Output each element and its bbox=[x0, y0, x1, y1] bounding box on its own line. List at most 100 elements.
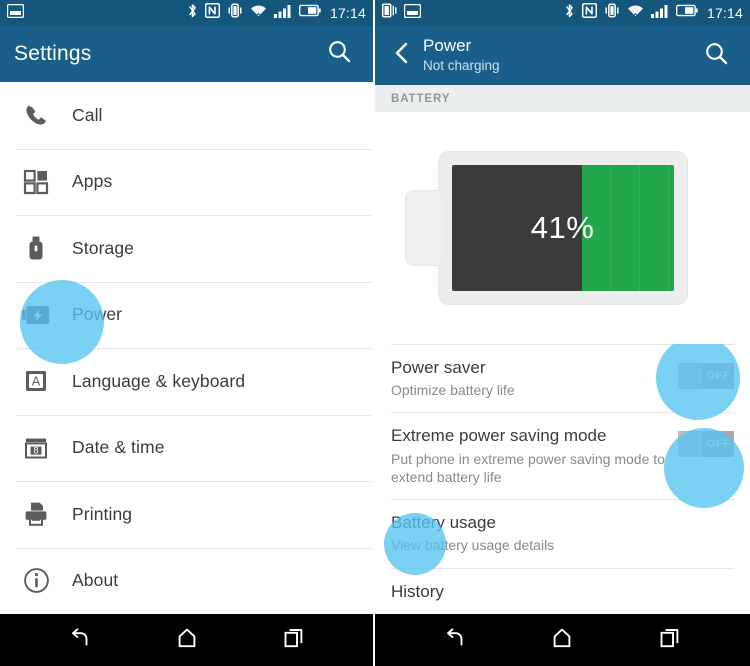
printer-icon bbox=[16, 494, 56, 534]
signal-icon bbox=[650, 4, 669, 23]
sidebar-item-label: Date & time bbox=[72, 437, 165, 458]
calendar-icon: 8 bbox=[16, 428, 56, 468]
split-screen-icon bbox=[381, 3, 397, 23]
back-button[interactable] bbox=[429, 620, 481, 660]
battery-icon bbox=[675, 4, 698, 22]
history-text: History bbox=[391, 581, 734, 602]
sidebar-item-call[interactable]: Call bbox=[0, 82, 373, 149]
status-bar-clock: 17:14 bbox=[706, 5, 743, 21]
row-subtitle: Put phone in extreme power saving mode t… bbox=[391, 450, 665, 485]
search-button[interactable] bbox=[696, 36, 736, 76]
navigation-bar-right bbox=[375, 614, 750, 666]
section-header-label: BATTERY bbox=[391, 92, 451, 105]
sidebar-item-label: Power bbox=[72, 304, 123, 325]
sidebar-item-label: Printing bbox=[72, 503, 133, 524]
vibrate-icon bbox=[227, 3, 243, 23]
power-options-list: Power saver Optimize battery life OFF Ex… bbox=[375, 344, 750, 614]
row-title: Power saver bbox=[391, 358, 486, 377]
recents-icon bbox=[658, 626, 682, 655]
status-bar-system-icons-left: 17:14 bbox=[187, 2, 366, 24]
battery-graphic-area: 41% bbox=[375, 112, 750, 344]
screenshot-icon bbox=[403, 3, 422, 23]
history-row[interactable]: History bbox=[375, 567, 750, 615]
home-icon bbox=[550, 626, 574, 655]
back-button[interactable] bbox=[54, 620, 106, 660]
battery-percentage-label: 41% bbox=[530, 210, 595, 245]
battery-graphic: 41% bbox=[438, 152, 687, 304]
svg-text:A: A bbox=[32, 375, 41, 389]
status-bar-left: 17:14 bbox=[0, 0, 373, 26]
screenshot-icon bbox=[6, 3, 25, 23]
recents-button[interactable] bbox=[268, 620, 320, 660]
sidebar-item-about[interactable]: About bbox=[0, 547, 373, 615]
bluetooth-icon bbox=[564, 3, 575, 24]
power-saver-text: Power saver Optimize battery life bbox=[391, 357, 678, 399]
usb-drive-icon bbox=[16, 228, 56, 268]
dual-screenshot-container: 17:14 Settings Call Apps Storage Power A… bbox=[0, 0, 750, 666]
power-app-bar: Power Not charging bbox=[375, 26, 750, 85]
power-screen: 17:14 Power Not charging BATTERY 41% Pow… bbox=[375, 0, 750, 666]
info-circle-icon bbox=[16, 561, 56, 601]
bluetooth-icon bbox=[187, 3, 198, 24]
power-saver-toggle[interactable]: OFF bbox=[678, 363, 734, 389]
row-subtitle: Optimize battery life bbox=[391, 382, 515, 399]
sidebar-item-label: Language & keyboard bbox=[72, 370, 246, 391]
status-bar-system-icons-right: 17:14 bbox=[564, 2, 743, 24]
nfc-icon bbox=[581, 2, 598, 23]
back-icon bbox=[68, 626, 92, 655]
settings-app-bar: Settings bbox=[0, 26, 373, 82]
status-bar-notifications-right bbox=[381, 3, 422, 23]
row-title: History bbox=[391, 581, 444, 601]
page-title: Power bbox=[423, 36, 472, 56]
status-bar-right: 17:14 bbox=[375, 0, 750, 26]
settings-screen: 17:14 Settings Call Apps Storage Power A… bbox=[0, 0, 375, 666]
recents-button[interactable] bbox=[644, 620, 696, 660]
search-button[interactable] bbox=[319, 34, 359, 74]
sidebar-item-label: Apps bbox=[72, 171, 113, 192]
up-navigation-button[interactable] bbox=[385, 36, 419, 76]
row-subtitle: View battery usage details bbox=[391, 537, 555, 554]
app-bar-titles: Power Not charging bbox=[423, 36, 500, 74]
home-button[interactable] bbox=[161, 620, 213, 660]
sidebar-item-storage[interactable]: Storage bbox=[0, 215, 373, 282]
home-button[interactable] bbox=[536, 620, 588, 660]
search-icon bbox=[327, 39, 352, 69]
row-title: Extreme power saving mode bbox=[391, 426, 607, 446]
recents-icon bbox=[282, 626, 306, 655]
home-icon bbox=[175, 626, 199, 655]
battery-bolt-icon bbox=[16, 295, 56, 335]
extreme-power-saving-text: Extreme power saving mode Put phone in e… bbox=[391, 425, 678, 486]
sidebar-item-language-keyboard[interactable]: A Language & keyboard bbox=[0, 348, 373, 415]
battery-usage-row[interactable]: Battery usage View battery usage details bbox=[375, 499, 750, 567]
apps-grid-icon bbox=[16, 162, 56, 202]
back-icon bbox=[443, 626, 467, 655]
nfc-icon bbox=[204, 2, 221, 23]
battery-fill-level bbox=[582, 165, 674, 291]
wifi-icon bbox=[250, 4, 267, 23]
extreme-power-saving-row[interactable]: Extreme power saving mode Put phone in e… bbox=[375, 412, 750, 499]
battery-usage-text: Battery usage View battery usage details bbox=[391, 512, 734, 554]
sidebar-item-label: About bbox=[72, 570, 119, 591]
row-title: Battery usage bbox=[391, 513, 496, 533]
keyboard-a-icon: A bbox=[16, 361, 56, 401]
svg-text:8: 8 bbox=[33, 445, 38, 456]
sidebar-item-label: Call bbox=[72, 104, 103, 125]
navigation-bar-left bbox=[0, 614, 373, 666]
toggle-label: OFF bbox=[703, 363, 734, 389]
sidebar-item-printing[interactable]: Printing bbox=[0, 481, 373, 548]
status-bar-notifications-left bbox=[6, 3, 25, 23]
sidebar-item-label: Storage bbox=[72, 237, 134, 258]
battery-icon bbox=[298, 4, 321, 22]
vibrate-icon bbox=[604, 3, 620, 23]
page-title: Settings bbox=[14, 42, 92, 65]
sidebar-item-apps[interactable]: Apps bbox=[0, 148, 373, 216]
sidebar-item-power[interactable]: Power bbox=[0, 281, 373, 349]
search-icon bbox=[704, 41, 729, 71]
toggle-label: OFF bbox=[703, 431, 734, 458]
back-chevron-icon bbox=[391, 39, 413, 72]
power-saver-row[interactable]: Power saver Optimize battery life OFF bbox=[375, 344, 750, 412]
section-header-battery: BATTERY bbox=[375, 85, 750, 112]
signal-icon bbox=[273, 4, 292, 23]
extreme-power-saving-toggle[interactable]: OFF bbox=[678, 431, 734, 458]
sidebar-item-date-time[interactable]: 8 Date & time bbox=[0, 414, 373, 482]
